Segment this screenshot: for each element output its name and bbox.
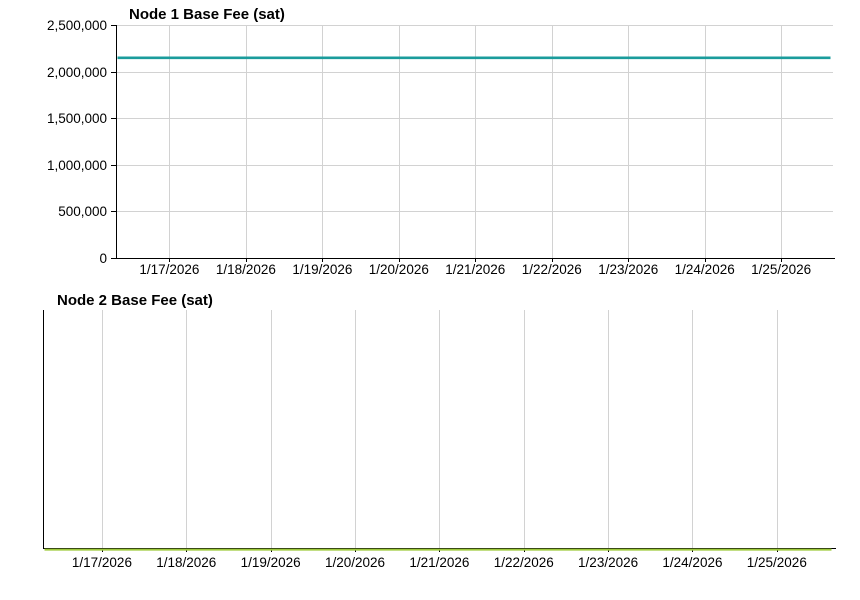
x-tick-label: 1/23/2026 <box>598 262 658 277</box>
y-tick-label: 2,000,000 <box>47 65 107 80</box>
x-tick-label: 1/23/2026 <box>578 555 638 570</box>
x-tick-label: 1/19/2026 <box>292 262 352 277</box>
y-tick-label: 1,500,000 <box>47 111 107 126</box>
x-tick-label: 1/25/2026 <box>747 555 807 570</box>
y-tick-label: 500,000 <box>58 204 107 219</box>
x-tick-label: 1/24/2026 <box>675 262 735 277</box>
node1-base-fee-chart: Node 1 Base Fee (sat) 0 500,000 1,000,000 1… <box>0 0 860 285</box>
node1-plot-area: 0 500,000 1,000,000 1,500,000 2,000,000 2,500… <box>47 18 835 277</box>
x-tick-label: 1/22/2026 <box>494 555 554 570</box>
y-gridlines-and-labels: 0 500,000 1,000,000 1,500,000 2,000,000 2,500… <box>47 18 833 266</box>
x-tick-label: 1/25/2026 <box>751 262 811 277</box>
x-tick-label: 1/17/2026 <box>139 262 199 277</box>
y-tick-label: 0 <box>99 251 107 266</box>
y-tick-label: 1,000,000 <box>47 158 107 173</box>
x-gridlines-and-labels: 1/17/2026 1/18/2026 1/19/2026 1/20/2026 1/21… <box>139 25 811 277</box>
x-tick-label: 1/20/2026 <box>369 262 429 277</box>
node2-base-fee-chart: Node 2 Base Fee (sat) 1/17/2026 1/18/2026… <box>0 285 860 600</box>
x-tick-label: 1/24/2026 <box>662 555 722 570</box>
x-tick-label: 1/18/2026 <box>156 555 216 570</box>
x-tick-label: 1/22/2026 <box>522 262 582 277</box>
x-tick-label: 1/20/2026 <box>325 555 385 570</box>
x-tick-label: 1/18/2026 <box>216 262 276 277</box>
y-tick-label: 2,500,000 <box>47 18 107 33</box>
x-tick-label: 1/21/2026 <box>409 555 469 570</box>
x-tick-label: 1/19/2026 <box>241 555 301 570</box>
x-gridlines-and-labels: 1/17/2026 1/18/2026 1/19/2026 1/20/2026 1/21… <box>72 310 807 570</box>
node2-plot-area: 1/17/2026 1/18/2026 1/19/2026 1/20/2026 1/21… <box>43 310 836 570</box>
x-tick-label: 1/21/2026 <box>445 262 505 277</box>
x-tick-label: 1/17/2026 <box>72 555 132 570</box>
